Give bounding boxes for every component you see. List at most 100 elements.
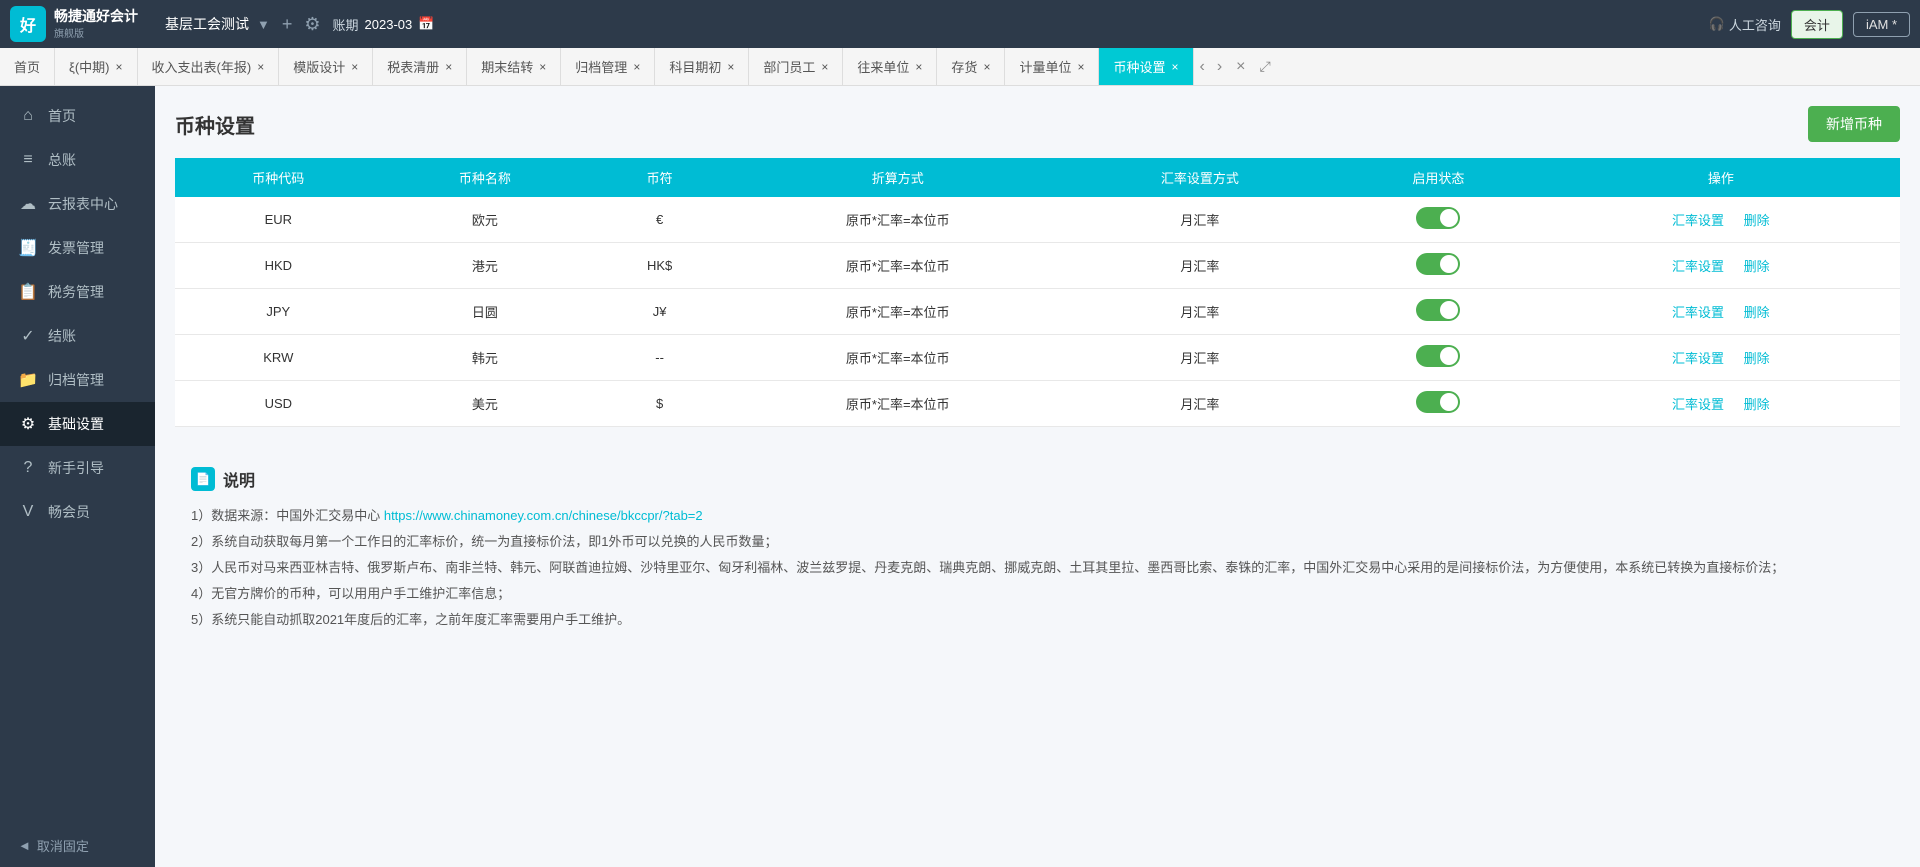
top-header: 好 畅捷通好会计 旗舰版 基层工会测试 ▼ + ⚙ 账期 2023-03 📅 🎧… — [0, 0, 1920, 48]
tab-period-label: ξ(中期) — [69, 57, 109, 76]
rate-setting-link[interactable]: 汇率设置 — [1672, 259, 1724, 274]
settings-gear-icon[interactable]: ⚙ — [304, 14, 320, 35]
cell-symbol: $ — [588, 381, 731, 427]
tab-contacts-close[interactable]: × — [915, 60, 922, 74]
tab-bar: 首页 ξ(中期) × 收入支出表(年报) × 模版设计 × 税表清册 × 期末结… — [0, 48, 1920, 86]
tab-archive-close[interactable]: × — [633, 60, 640, 74]
delete-link[interactable]: 删除 — [1744, 213, 1770, 228]
sidebar-item-member[interactable]: V 畅会员 — [0, 490, 155, 534]
notice-section: 📄 说明 1）数据来源：中国外汇交易中心 https://www.chinamo… — [175, 451, 1900, 649]
toggle-switch[interactable] — [1416, 345, 1460, 367]
sidebar-pin-toggle[interactable]: ◄ 取消固定 — [0, 824, 155, 867]
sidebar-item-ledger[interactable]: ≡ 总账 — [0, 138, 155, 182]
table-row: JPY 日圆 J¥ 原币*汇率=本位币 月汇率 汇率设置 删除 — [175, 289, 1900, 335]
sidebar-item-guide[interactable]: ? 新手引导 — [0, 446, 155, 490]
tab-dept-close[interactable]: × — [821, 60, 828, 74]
cell-calc: 原币*汇率=本位币 — [731, 381, 1065, 427]
tab-period-end-label: 期末结转 — [481, 57, 533, 76]
tab-period-end-close[interactable]: × — [539, 60, 546, 74]
tab-income-close[interactable]: × — [257, 60, 264, 74]
delete-link[interactable]: 删除 — [1744, 397, 1770, 412]
cell-calc: 原币*汇率=本位币 — [731, 243, 1065, 289]
sidebar-item-archive[interactable]: 📁 归档管理 — [0, 358, 155, 402]
tab-home-label: 首页 — [14, 57, 40, 76]
tab-inventory-close[interactable]: × — [983, 60, 990, 74]
calendar-icon[interactable]: 📅 — [418, 16, 434, 32]
consult-label: 人工咨询 — [1729, 15, 1781, 34]
sidebar-ledger-label: 总账 — [48, 150, 76, 170]
sidebar: ⌂ 首页 ≡ 总账 ☁ 云报表中心 🧾 发票管理 📋 税务管理 ✓ 结账 📁 归… — [0, 86, 155, 867]
col-status: 启用状态 — [1335, 158, 1542, 197]
workspace-name[interactable]: 基层工会测试 — [165, 14, 249, 34]
notice-list: 1）数据来源：中国外汇交易中心 https://www.chinamoney.c… — [191, 503, 1884, 633]
col-code: 币种代码 — [175, 158, 382, 197]
archive-icon: 📁 — [18, 370, 38, 390]
tab-home[interactable]: 首页 — [0, 48, 55, 86]
sidebar-item-checkout[interactable]: ✓ 结账 — [0, 314, 155, 358]
cell-code: USD — [175, 381, 382, 427]
cell-action: 汇率设置 删除 — [1542, 197, 1900, 243]
rate-setting-link[interactable]: 汇率设置 — [1672, 213, 1724, 228]
tab-template-close[interactable]: × — [351, 60, 358, 74]
cell-rate-type: 月汇率 — [1065, 197, 1336, 243]
delete-link[interactable]: 删除 — [1744, 305, 1770, 320]
tab-close-all-btn[interactable]: × — [1228, 48, 1253, 86]
sidebar-invoice-label: 发票管理 — [48, 238, 104, 258]
tab-currency[interactable]: 币种设置 × — [1099, 48, 1193, 86]
pin-label: 取消固定 — [37, 836, 89, 855]
tab-period-close[interactable]: × — [116, 60, 123, 74]
rate-setting-link[interactable]: 汇率设置 — [1672, 305, 1724, 320]
tab-tax[interactable]: 税表清册 × — [373, 48, 467, 86]
tab-period-end[interactable]: 期末结转 × — [467, 48, 561, 86]
tab-dept[interactable]: 部门员工 × — [749, 48, 843, 86]
sidebar-member-label: 畅会员 — [48, 502, 90, 522]
cell-calc: 原币*汇率=本位币 — [731, 289, 1065, 335]
consult-button[interactable]: 🎧 人工咨询 — [1709, 15, 1781, 34]
notice-link[interactable]: https://www.chinamoney.com.cn/chinese/bk… — [384, 508, 703, 523]
sidebar-item-invoice[interactable]: 🧾 发票管理 — [0, 226, 155, 270]
toggle-switch[interactable] — [1416, 207, 1460, 229]
content-area: 币种设置 新增币种 币种代码 币种名称 币符 折算方式 汇率设置方式 启用状态 … — [155, 86, 1920, 867]
tab-currency-close[interactable]: × — [1172, 60, 1179, 74]
delete-link[interactable]: 删除 — [1744, 259, 1770, 274]
tab-income[interactable]: 收入支出表(年报) × — [138, 48, 280, 86]
tab-unit-close[interactable]: × — [1077, 60, 1084, 74]
tab-subject[interactable]: 科目期初 × — [655, 48, 749, 86]
workspace-dropdown-icon[interactable]: ▼ — [257, 17, 270, 32]
tab-tax-close[interactable]: × — [445, 60, 452, 74]
tab-unit[interactable]: 计量单位 × — [1005, 48, 1099, 86]
account-button[interactable]: 会计 — [1791, 10, 1843, 39]
tab-income-label: 收入支出表(年报) — [152, 57, 252, 76]
tab-prev-btn[interactable]: ‹ — [1194, 48, 1211, 86]
iam-button[interactable]: iAM * — [1853, 12, 1910, 37]
tab-period[interactable]: ξ(中期) × — [55, 48, 138, 86]
page-content: 币种设置 新增币种 币种代码 币种名称 币符 折算方式 汇率设置方式 启用状态 … — [155, 86, 1920, 867]
tab-expand-btn[interactable]: ⤢ — [1254, 48, 1277, 86]
col-symbol: 币符 — [588, 158, 731, 197]
toggle-switch[interactable] — [1416, 299, 1460, 321]
rate-setting-link[interactable]: 汇率设置 — [1672, 397, 1724, 412]
toggle-switch[interactable] — [1416, 253, 1460, 275]
tab-inventory[interactable]: 存货 × — [937, 48, 1005, 86]
rate-setting-link[interactable]: 汇率设置 — [1672, 351, 1724, 366]
sidebar-item-home[interactable]: ⌂ 首页 — [0, 94, 155, 138]
sidebar-item-tax[interactable]: 📋 税务管理 — [0, 270, 155, 314]
tab-next-btn[interactable]: › — [1211, 48, 1228, 86]
add-workspace-btn[interactable]: + — [282, 14, 293, 35]
sidebar-item-reports[interactable]: ☁ 云报表中心 — [0, 182, 155, 226]
new-currency-button[interactable]: 新增币种 — [1808, 106, 1900, 142]
tab-archive[interactable]: 归档管理 × — [561, 48, 655, 86]
table-row: EUR 欧元 € 原币*汇率=本位币 月汇率 汇率设置 删除 — [175, 197, 1900, 243]
logo-icon: 好 — [10, 6, 46, 42]
tab-contacts[interactable]: 往来单位 × — [843, 48, 937, 86]
sidebar-item-settings[interactable]: ⚙ 基础设置 — [0, 402, 155, 446]
tab-tax-label: 税表清册 — [387, 57, 439, 76]
tab-archive-label: 归档管理 — [575, 57, 627, 76]
tab-inventory-label: 存货 — [951, 57, 977, 76]
toggle-switch[interactable] — [1416, 391, 1460, 413]
tab-unit-label: 计量单位 — [1019, 57, 1071, 76]
tab-template[interactable]: 模版设计 × — [279, 48, 373, 86]
period-value: 2023-03 — [365, 17, 413, 32]
delete-link[interactable]: 删除 — [1744, 351, 1770, 366]
tab-subject-close[interactable]: × — [727, 60, 734, 74]
